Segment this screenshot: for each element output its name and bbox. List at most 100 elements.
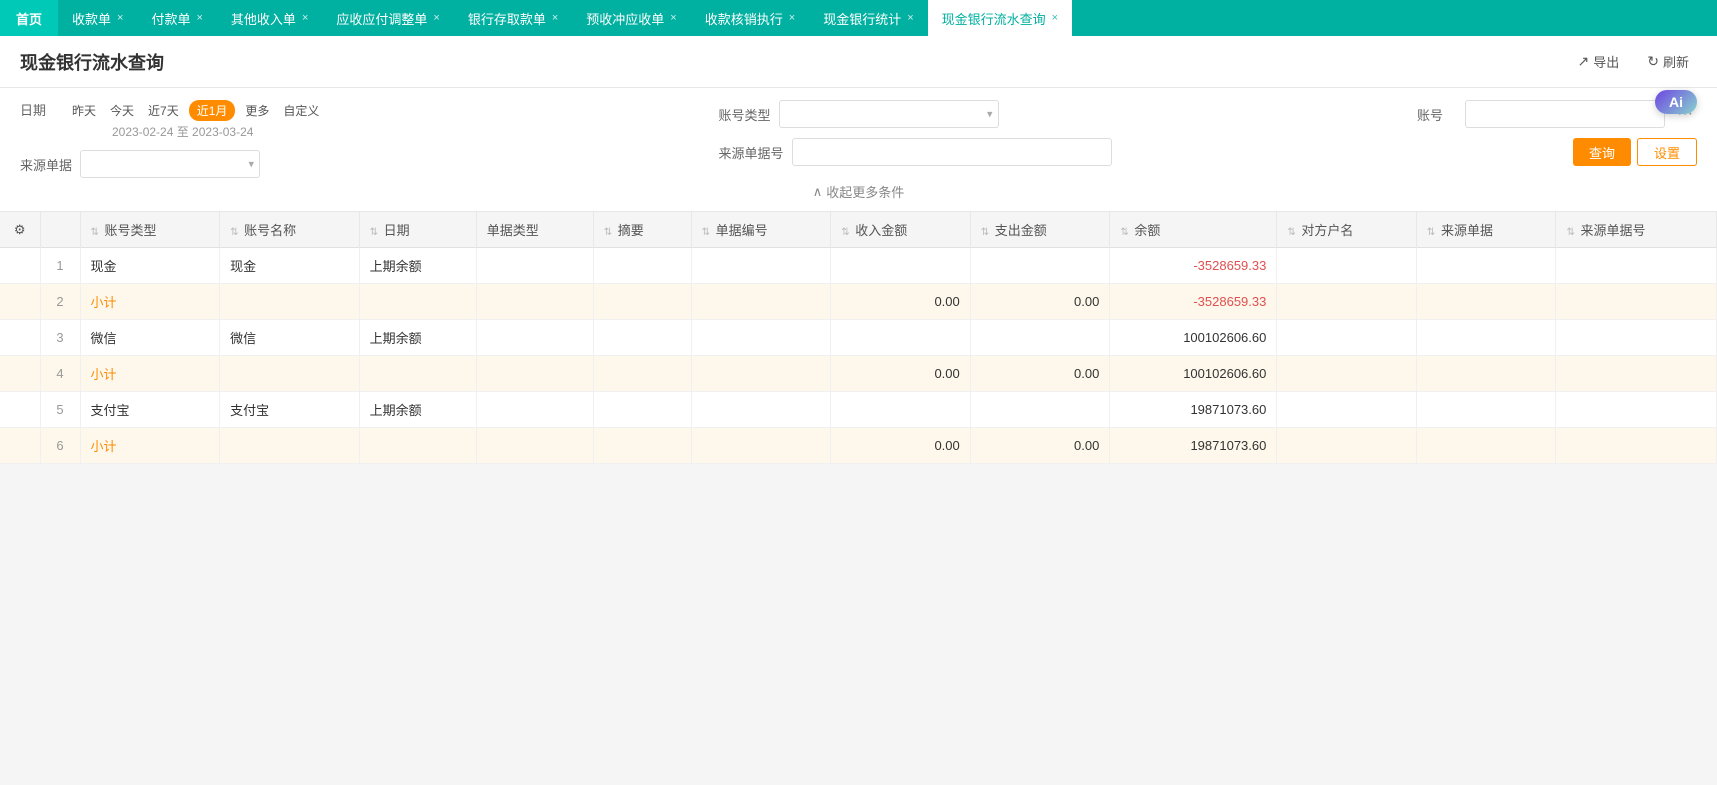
row-index: 2 [40, 284, 80, 320]
nav-tab-8[interactable]: 现金银行统计 × [809, 0, 927, 36]
row-gear-cell [0, 392, 40, 428]
row-account-name: 支付宝 [220, 392, 360, 428]
collapse-label: 收起更多条件 [826, 182, 904, 201]
close-tab-3-icon[interactable]: × [302, 12, 308, 24]
sort-arrows-counterparty: ⇅ [1287, 227, 1295, 238]
row-doc-no [691, 428, 831, 464]
sort-arrows-doc-no: ⇅ [702, 227, 710, 238]
account-name-col-header[interactable]: ⇅ 账号名称 [220, 212, 360, 248]
gear-col-header[interactable]: ⚙ [0, 212, 40, 248]
source-doc-no-label: 来源单据号 [719, 143, 784, 162]
page-title: 现金银行流水查询 [20, 49, 164, 75]
source-doc-col-header[interactable]: ⇅ 来源单据 [1416, 212, 1556, 248]
table-row[interactable]: 6小计0.000.0019871073.60 [0, 428, 1717, 464]
row-account-type: 小计 [80, 356, 220, 392]
row-income: 0.00 [831, 284, 971, 320]
row-index: 4 [40, 356, 80, 392]
close-tab-6-icon[interactable]: × [670, 12, 676, 24]
nav-tab-6[interactable]: 预收冲应收单 × [572, 0, 690, 36]
row-index: 6 [40, 428, 80, 464]
income-col-header[interactable]: ⇅ 收入金额 [831, 212, 971, 248]
close-tab-1-icon[interactable]: × [117, 12, 123, 24]
account-type-select-wrapper[interactable] [779, 100, 999, 128]
expense-col-header[interactable]: ⇅ 支出金额 [970, 212, 1110, 248]
row-gear-cell [0, 248, 40, 284]
source-doc-no-input[interactable] [792, 138, 1112, 166]
table-row[interactable]: 4小计0.000.00100102606.60 [0, 356, 1717, 392]
row-gear-cell [0, 428, 40, 464]
account-type-col-header[interactable]: ⇅ 账号类型 [80, 212, 220, 248]
date-opt-1month[interactable]: 近1月 [189, 100, 236, 121]
ai-badge[interactable]: Ai [1655, 90, 1697, 114]
row-source-doc [1416, 356, 1556, 392]
account-type-label: 账号类型 [719, 105, 771, 124]
row-counterparty [1277, 320, 1417, 356]
date-col-header[interactable]: ⇅ 日期 [359, 212, 476, 248]
close-tab-7-icon[interactable]: × [789, 12, 795, 24]
date-opt-today[interactable]: 今天 [106, 100, 138, 121]
source-doc-select-wrapper[interactable] [80, 150, 260, 178]
collapse-bar[interactable]: ∧ 收起更多条件 [20, 178, 1697, 203]
row-date [359, 356, 476, 392]
row-source-doc-no [1556, 320, 1717, 356]
account-input[interactable] [1465, 100, 1665, 128]
row-gear-cell [0, 320, 40, 356]
doc-no-col-header[interactable]: ⇅ 单据编号 [691, 212, 831, 248]
row-account-name [220, 284, 360, 320]
source-doc-select[interactable] [80, 150, 260, 178]
close-tab-8-icon[interactable]: × [907, 12, 913, 24]
table-row[interactable]: 2小计0.000.00-3528659.33 [0, 284, 1717, 320]
date-opt-7days[interactable]: 近7天 [144, 100, 183, 121]
filter-area: 日期 昨天 今天 近7天 近1月 更多 自定义 2023-02-24 至 202… [0, 88, 1717, 212]
settings-button[interactable]: 设置 [1637, 138, 1697, 166]
table-row[interactable]: 5支付宝支付宝上期余额19871073.60 [0, 392, 1717, 428]
table-body: 1现金现金上期余额-3528659.332小计0.000.00-3528659.… [0, 248, 1717, 464]
account-type-select[interactable] [779, 100, 999, 128]
row-counterparty [1277, 248, 1417, 284]
sort-arrows-summary: ⇅ [604, 227, 612, 238]
row-account-type: 小计 [80, 428, 220, 464]
row-balance: 19871073.60 [1110, 428, 1277, 464]
row-gear-cell [0, 284, 40, 320]
table-row[interactable]: 1现金现金上期余额-3528659.33 [0, 248, 1717, 284]
row-summary [593, 320, 691, 356]
row-index: 1 [40, 248, 80, 284]
nav-tab-7[interactable]: 收款核销执行 × [691, 0, 809, 36]
close-tab-4-icon[interactable]: × [433, 12, 439, 24]
date-opt-yesterday[interactable]: 昨天 [68, 100, 100, 121]
row-balance: 100102606.60 [1110, 356, 1277, 392]
nav-tab-3[interactable]: 其他收入单 × [217, 0, 322, 36]
nav-tab-5[interactable]: 银行存取款单 × [454, 0, 572, 36]
row-doc-type [476, 428, 593, 464]
balance-col-header[interactable]: ⇅ 余额 [1110, 212, 1277, 248]
row-source-doc [1416, 320, 1556, 356]
close-tab-9-icon[interactable]: × [1052, 12, 1058, 24]
close-tab-5-icon[interactable]: × [552, 12, 558, 24]
refresh-icon: ↻ [1647, 53, 1659, 70]
refresh-button[interactable]: ↻ 刷新 [1639, 48, 1697, 75]
date-opt-more[interactable]: 更多 [241, 100, 273, 121]
source-doc-label: 来源单据 [20, 155, 72, 174]
nav-tab-9[interactable]: 现金银行流水查询 × [928, 0, 1072, 36]
row-account-name: 现金 [220, 248, 360, 284]
row-summary [593, 356, 691, 392]
counterparty-col-header[interactable]: ⇅ 对方户名 [1277, 212, 1417, 248]
row-expense: 0.00 [970, 356, 1110, 392]
export-button[interactable]: ↗ 导出 [1570, 48, 1628, 75]
source-doc-no-col-header[interactable]: ⇅ 来源单据号 [1556, 212, 1717, 248]
nav-tab-4[interactable]: 应收应付调整单 × [322, 0, 453, 36]
row-counterparty [1277, 392, 1417, 428]
close-tab-2-icon[interactable]: × [196, 12, 202, 24]
row-source-doc [1416, 428, 1556, 464]
row-gear-cell [0, 356, 40, 392]
query-button[interactable]: 查询 [1573, 138, 1631, 166]
summary-col-header[interactable]: ⇅ 摘要 [593, 212, 691, 248]
doc-type-col-header[interactable]: 单据类型 [476, 212, 593, 248]
table-row[interactable]: 3微信微信上期余额100102606.60 [0, 320, 1717, 356]
date-opt-custom[interactable]: 自定义 [279, 100, 323, 121]
row-doc-no [691, 284, 831, 320]
row-source-doc-no [1556, 284, 1717, 320]
nav-tab-1[interactable]: 收款单 × [58, 0, 137, 36]
nav-tab-2[interactable]: 付款单 × [137, 0, 216, 36]
nav-home[interactable]: 首页 [0, 0, 58, 36]
